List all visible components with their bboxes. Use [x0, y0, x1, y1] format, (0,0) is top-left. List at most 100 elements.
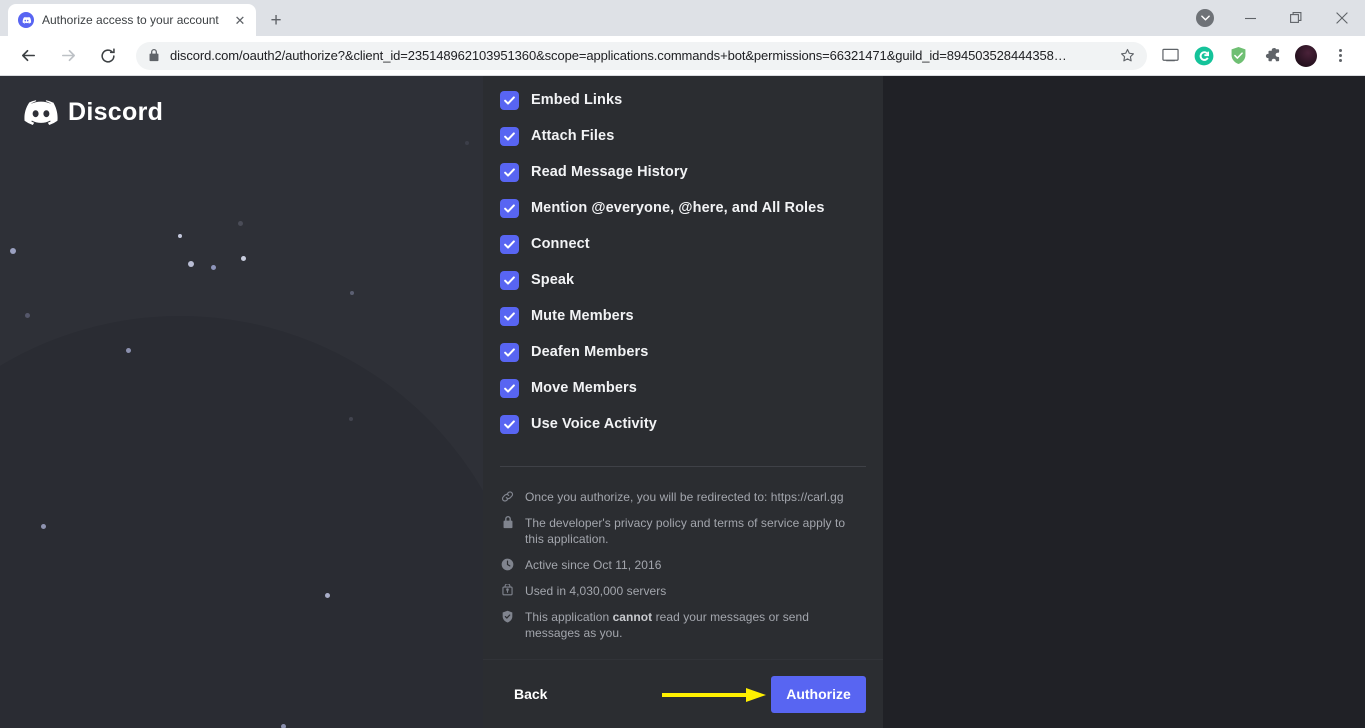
- back-button[interactable]: Back: [500, 678, 561, 710]
- background-star: [241, 256, 246, 261]
- permission-row[interactable]: Connect: [483, 226, 883, 262]
- permission-row[interactable]: Move Members: [483, 370, 883, 406]
- background-star: [126, 348, 131, 353]
- chrome-menu-icon[interactable]: [1326, 42, 1354, 70]
- permission-label: Move Members: [531, 380, 637, 396]
- permission-checkbox[interactable]: [500, 198, 519, 218]
- permission-checkbox[interactable]: [500, 162, 519, 182]
- info-text-servers: Used in 4,030,000 servers: [525, 584, 667, 598]
- chevron-down-icon: [1196, 9, 1214, 27]
- permission-row[interactable]: Read Message History: [483, 154, 883, 190]
- info-row-redirect: Once you authorize, you will be redirect…: [500, 489, 866, 505]
- browser-window: Authorize access to your account ✕ + dis…: [0, 0, 1365, 728]
- permission-row[interactable]: Use Voice Activity: [483, 406, 883, 442]
- permission-checkbox[interactable]: [500, 306, 519, 326]
- permission-row[interactable]: Speak: [483, 262, 883, 298]
- info-row-servers: Used in 4,030,000 servers: [500, 583, 866, 599]
- info-text-active-since: Active since Oct 11, 2016: [525, 558, 662, 572]
- browser-toolbar: discord.com/oauth2/authorize?&client_id=…: [0, 36, 1365, 76]
- permission-label: Mute Members: [531, 308, 634, 324]
- back-arrow-icon[interactable]: [12, 40, 44, 72]
- lock-icon: [500, 516, 515, 529]
- info-text-cannot-read: This application cannot read your messag…: [525, 610, 809, 640]
- info-row-cannot-read: This application cannot read your messag…: [500, 609, 866, 641]
- server-icon: [500, 584, 515, 597]
- profile-avatar[interactable]: [1292, 42, 1320, 70]
- discord-brand-logo: Discord: [24, 98, 163, 127]
- tab-strip: Authorize access to your account ✕ +: [0, 0, 1365, 36]
- background-star: [465, 141, 469, 145]
- extensions-puzzle-icon[interactable]: [1258, 42, 1286, 70]
- permission-label: Connect: [531, 236, 590, 252]
- permission-label: Read Message History: [531, 164, 688, 180]
- permission-label: Mention @everyone, @here, and All Roles: [531, 200, 825, 216]
- background-star: [10, 248, 16, 254]
- permission-row[interactable]: Attach Files: [483, 118, 883, 154]
- permission-label: Attach Files: [531, 128, 615, 144]
- modal-body: Embed Links Attach Files Read Message Hi…: [483, 76, 883, 659]
- permission-checkbox[interactable]: [500, 342, 519, 362]
- background-star: [41, 524, 46, 529]
- new-tab-button[interactable]: +: [262, 6, 290, 34]
- permission-checkbox[interactable]: [500, 126, 519, 146]
- link-icon: [500, 490, 515, 503]
- permission-checkbox[interactable]: [500, 90, 519, 110]
- background-star: [349, 417, 353, 421]
- background-star: [350, 291, 354, 295]
- page-content: Discord Embed Links Attach Files Read Me…: [0, 76, 1365, 728]
- background-star: [178, 234, 182, 238]
- minimize-button[interactable]: [1227, 0, 1273, 36]
- permission-label: Speak: [531, 272, 575, 288]
- background-star: [25, 313, 30, 318]
- background-star: [188, 261, 194, 267]
- info-text-policy: The developer's privacy policy and terms…: [525, 516, 846, 546]
- permission-label: Deafen Members: [531, 344, 649, 360]
- permission-row[interactable]: Mute Members: [483, 298, 883, 334]
- tab-title: Authorize access to your account: [42, 13, 219, 27]
- background-star: [238, 221, 243, 226]
- tab-close-icon[interactable]: ✕: [232, 12, 248, 28]
- app-info-list: Once you authorize, you will be redirect…: [483, 467, 883, 641]
- address-bar[interactable]: discord.com/oauth2/authorize?&client_id=…: [136, 41, 1147, 70]
- adblock-extension-icon[interactable]: [1224, 42, 1252, 70]
- modal-footer: Back Authorize: [483, 659, 883, 728]
- close-button[interactable]: [1319, 0, 1365, 36]
- site-security-padlock-icon[interactable]: [148, 49, 160, 62]
- discord-favicon-icon: [18, 12, 34, 28]
- permission-row[interactable]: Mention @everyone, @here, and All Roles: [483, 190, 883, 226]
- reload-icon[interactable]: [92, 40, 124, 72]
- url-text: discord.com/oauth2/authorize?&client_id=…: [170, 48, 1067, 63]
- discord-wordmark: Discord: [68, 98, 164, 126]
- permission-checkbox[interactable]: [500, 378, 519, 398]
- permission-checkbox[interactable]: [500, 234, 519, 254]
- bookmark-star-icon[interactable]: [1120, 48, 1135, 63]
- window-controls: [1183, 0, 1365, 36]
- tab-search-dropdown-button[interactable]: [1183, 0, 1227, 36]
- clock-icon: [500, 558, 515, 571]
- forward-arrow-icon: [52, 40, 84, 72]
- info-row-active-since: Active since Oct 11, 2016: [500, 557, 866, 573]
- maximize-button[interactable]: [1273, 0, 1319, 36]
- background-star: [325, 593, 330, 598]
- page-background-left: [0, 76, 483, 728]
- authorize-button[interactable]: Authorize: [771, 675, 866, 713]
- permission-row[interactable]: Deafen Members: [483, 334, 883, 370]
- info-text-redirect: Once you authorize, you will be redirect…: [525, 490, 844, 504]
- yellow-arrow-annotation: [662, 688, 766, 702]
- permission-label: Embed Links: [531, 92, 623, 108]
- background-swoosh: [0, 316, 483, 728]
- info-row-policy: The developer's privacy policy and terms…: [500, 515, 866, 547]
- browser-tab[interactable]: Authorize access to your account ✕: [8, 4, 256, 36]
- shield-icon: [500, 610, 515, 623]
- permission-list: Embed Links Attach Files Read Message Hi…: [483, 76, 883, 442]
- background-star: [281, 724, 286, 728]
- grammarly-extension-icon[interactable]: [1190, 42, 1218, 70]
- permission-label: Use Voice Activity: [531, 416, 657, 432]
- permission-row[interactable]: Embed Links: [483, 82, 883, 118]
- oauth-authorize-modal: Embed Links Attach Files Read Message Hi…: [483, 76, 883, 728]
- cast-icon[interactable]: [1156, 42, 1184, 70]
- discord-logo-icon: [24, 99, 58, 126]
- permission-checkbox[interactable]: [500, 270, 519, 290]
- permission-checkbox[interactable]: [500, 414, 519, 434]
- background-star: [211, 265, 216, 270]
